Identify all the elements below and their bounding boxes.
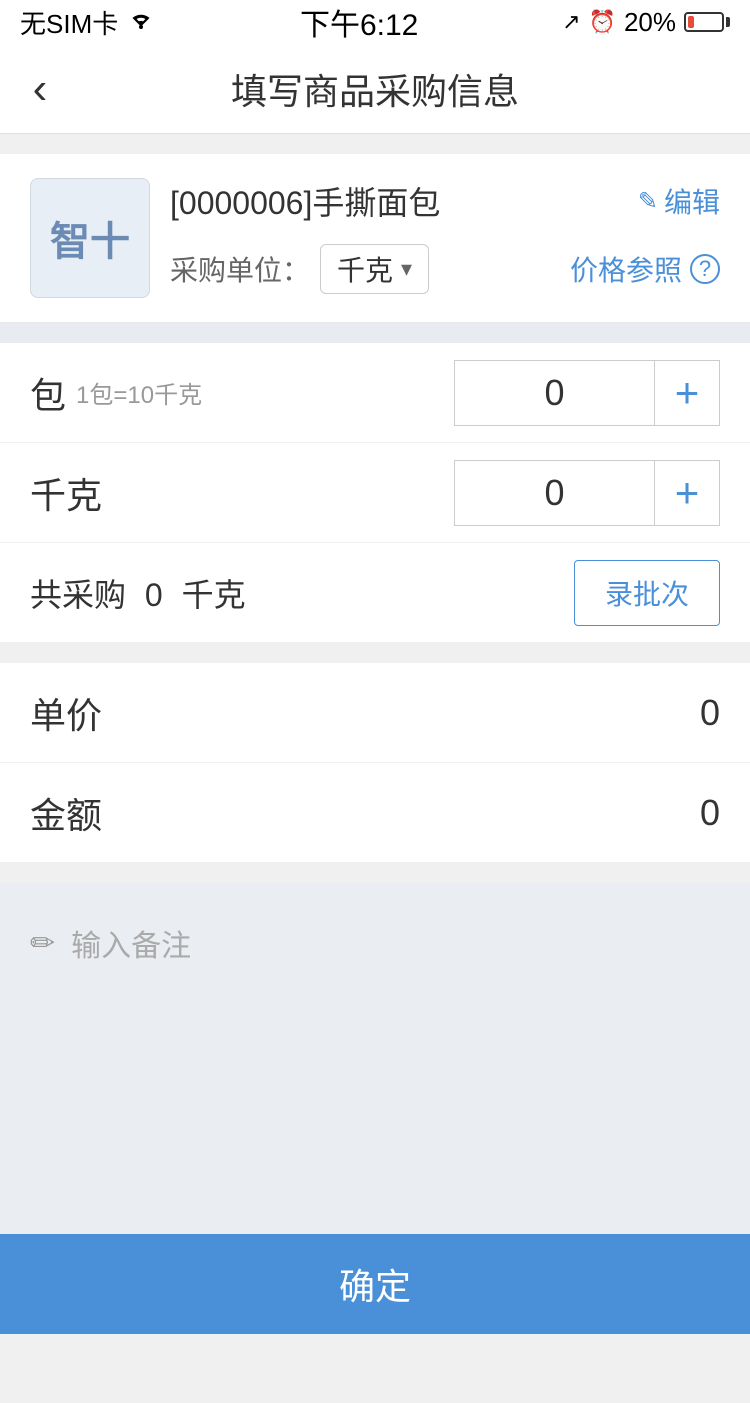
summary-unit: 千克 — [182, 577, 246, 613]
confirm-button[interactable]: 确定 — [0, 1234, 750, 1334]
time-label: 下午6:12 — [300, 0, 418, 44]
status-bar: 无SIM卡 下午6:12 ↗ ⏰ 20% — [0, 0, 750, 44]
kg-input-right: + — [454, 460, 720, 526]
battery-percent: 20% — [624, 7, 676, 38]
product-image-text: 智十 — [50, 209, 130, 267]
product-card: 智十 [0000006]手撕面包 ✎ 编辑 采购单位： 千克 ▾ — [0, 154, 750, 323]
kg-row: 千克 + — [0, 443, 750, 543]
bao-input-right: + — [454, 360, 720, 426]
back-button[interactable]: ‹ — [0, 44, 80, 134]
unit-row-left: 采购单位： 千克 ▾ — [170, 244, 429, 294]
product-image: 智十 — [30, 178, 150, 298]
pencil-icon: ✏ — [30, 926, 55, 961]
input-section: 包 1包=10千克 + 千克 + — [0, 343, 750, 543]
unit-select-arrow: ▾ — [401, 256, 412, 282]
unit-value: 千克 — [337, 249, 393, 289]
unit-label: 采购单位： — [170, 249, 310, 289]
price-ref-label: 价格参照 — [570, 249, 682, 289]
summary-prefix: 共采购 — [30, 577, 126, 613]
page-title: 填写商品采购信息 — [231, 63, 519, 115]
back-icon: ‹ — [33, 64, 48, 114]
summary-text: 共采购 0 千克 — [30, 570, 246, 616]
amount-value: 0 — [700, 792, 720, 834]
edit-label: 编辑 — [664, 181, 720, 221]
notes-section[interactable]: ✏ 输入备注 — [0, 883, 750, 1003]
bao-sub-label: 1包=10千克 — [76, 375, 454, 410]
unit-price-label: 单价 — [30, 687, 102, 739]
product-code: [0000006] — [170, 185, 312, 221]
section-divider-1 — [0, 323, 750, 343]
product-unit-row: 采购单位： 千克 ▾ 价格参照 ? — [170, 244, 720, 294]
unit-price-row: 单价 0 — [0, 663, 750, 763]
product-info: [0000006]手撕面包 ✎ 编辑 采购单位： 千克 ▾ 价格参照 ? — [170, 178, 720, 294]
amount-row: 金额 0 — [0, 763, 750, 863]
price-section: 单价 0 金额 0 — [0, 663, 750, 863]
bao-plus-button[interactable]: + — [654, 360, 720, 426]
battery-icon — [684, 12, 730, 32]
notes-placeholder: 输入备注 — [71, 921, 191, 965]
unit-select[interactable]: 千克 ▾ — [320, 244, 429, 294]
status-right: ↗ ⏰ 20% — [562, 7, 730, 38]
nav-bar: ‹ 填写商品采购信息 — [0, 44, 750, 134]
product-title: 手撕面包 — [312, 185, 440, 221]
product-name-row: [0000006]手撕面包 ✎ 编辑 — [170, 178, 720, 224]
kg-input[interactable] — [454, 460, 654, 526]
summary-value: 0 — [145, 577, 163, 613]
unit-price-value: 0 — [700, 692, 720, 734]
kg-plus-button[interactable]: + — [654, 460, 720, 526]
product-name: [0000006]手撕面包 — [170, 178, 440, 224]
bao-input[interactable] — [454, 360, 654, 426]
alarm-icon: ⏰ — [589, 9, 616, 35]
price-ref-button[interactable]: 价格参照 ? — [570, 249, 720, 289]
bao-label: 包 — [30, 367, 66, 419]
carrier-label: 无SIM卡 — [20, 4, 118, 41]
summary-row: 共采购 0 千克 录批次 — [0, 543, 750, 643]
edit-icon: ✎ — [638, 187, 658, 216]
edit-button[interactable]: ✎ 编辑 — [638, 181, 720, 221]
amount-label: 金额 — [30, 787, 102, 839]
wifi-icon — [126, 7, 156, 38]
status-left: 无SIM卡 — [20, 4, 156, 41]
location-icon: ↗ — [562, 9, 580, 35]
bao-row: 包 1包=10千克 + — [0, 343, 750, 443]
batch-button[interactable]: 录批次 — [574, 560, 720, 626]
help-icon: ? — [690, 254, 720, 284]
kg-label: 千克 — [30, 467, 102, 519]
